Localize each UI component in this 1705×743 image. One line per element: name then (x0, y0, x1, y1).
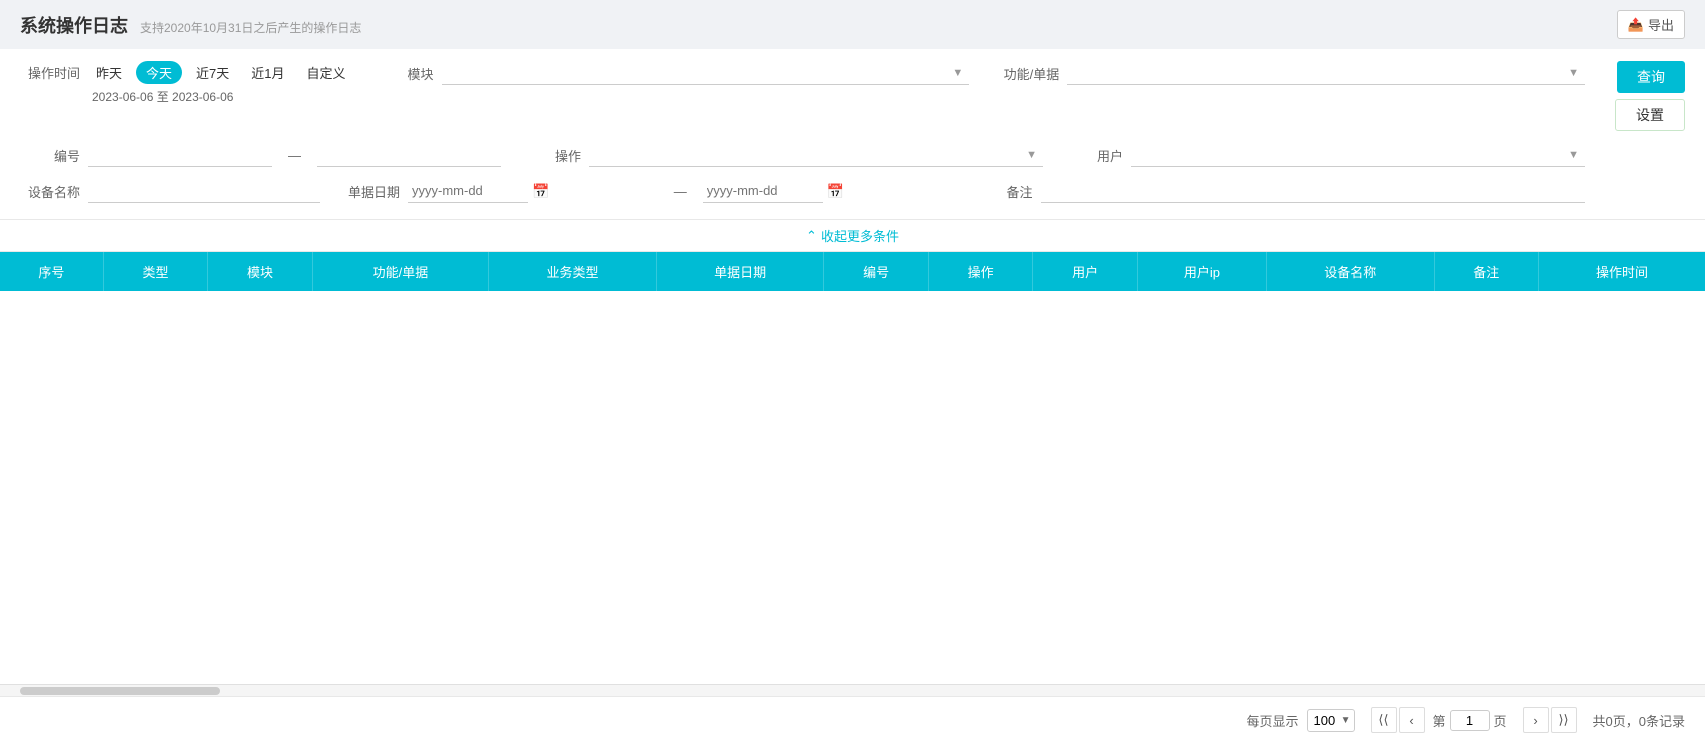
col-op-time: 操作时间 (1539, 252, 1705, 291)
feature-label: 功能/单据 (989, 64, 1059, 83)
page-size-label: 每页显示 (1246, 711, 1298, 730)
action-buttons: 查询 设置 (1605, 61, 1685, 131)
col-user: 用户 (1033, 252, 1137, 291)
operation-select-wrap: ▼ (589, 143, 1043, 167)
feature-select-wrap: ▼ (1067, 61, 1585, 85)
number-end-wrap (317, 143, 501, 167)
operation-time-label: 操作时间 (20, 63, 80, 82)
col-doc-date: 单据日期 (656, 252, 824, 291)
page-info: 第 页 (1433, 710, 1507, 731)
module-select[interactable] (442, 61, 970, 85)
collapse-icon: ⌃ (806, 228, 817, 244)
calendar-end-icon[interactable]: 📅 (827, 183, 844, 200)
doc-date-end-wrap: 📅 (703, 179, 953, 203)
number-start-wrap (88, 143, 272, 167)
col-number: 编号 (824, 252, 928, 291)
page-size-wrap: 10 20 50 100 ▼ (1307, 709, 1355, 732)
device-label: 设备名称 (20, 182, 80, 201)
doc-date-start-input[interactable] (408, 179, 528, 203)
module-label: 模块 (374, 64, 434, 83)
number-end-input[interactable] (317, 143, 501, 167)
col-type: 类型 (103, 252, 207, 291)
settings-button[interactable]: 设置 (1615, 99, 1685, 131)
pagination-next-buttons: › ⟩⟩ (1523, 707, 1577, 733)
export-label: 导出 (1648, 15, 1674, 34)
page-size-select[interactable]: 10 20 50 100 (1307, 709, 1355, 732)
time-buttons: 昨天 今天 近7天 近1月 自定义 (88, 61, 354, 84)
horizontal-scrollbar[interactable] (0, 684, 1705, 696)
query-button[interactable]: 查询 (1617, 61, 1685, 93)
number-dash: — (280, 148, 309, 163)
time-btn-custom[interactable]: 自定义 (299, 61, 354, 84)
col-device: 设备名称 (1266, 252, 1434, 291)
table-header-row: 序号 类型 模块 功能/单据 业务类型 单据日期 编号 操作 用户 用户ip 设… (0, 252, 1705, 291)
device-name-wrap (88, 179, 320, 203)
last-page-button[interactable]: ⟩⟩ (1551, 707, 1577, 733)
user-select-wrap: ▼ (1131, 143, 1585, 167)
doc-date-label: 单据日期 (340, 182, 400, 201)
data-table: 序号 类型 模块 功能/单据 业务类型 单据日期 编号 操作 用户 用户ip 设… (0, 252, 1705, 291)
page-number-input[interactable] (1450, 710, 1490, 731)
col-module: 模块 (208, 252, 312, 291)
pagination-buttons: ⟨⟨ ‹ (1371, 707, 1425, 733)
empty-area (0, 291, 1705, 631)
col-biz-type: 业务类型 (489, 252, 657, 291)
date-dash: — (666, 184, 695, 199)
page-prefix: 第 (1433, 711, 1446, 730)
prev-page-button[interactable]: ‹ (1399, 707, 1425, 733)
time-btn-7days[interactable]: 近7天 (188, 61, 237, 84)
pagination-bar: 每页显示 10 20 50 100 ▼ ⟨⟨ ‹ 第 页 › ⟩⟩ 共0页，0条… (0, 696, 1705, 743)
collapse-button[interactable]: ⌃ 收起更多条件 (806, 226, 899, 245)
first-page-button[interactable]: ⟨⟨ (1371, 707, 1397, 733)
page-title: 系统操作日志 (20, 12, 128, 38)
doc-date-start-wrap: 📅 (408, 179, 658, 203)
user-select[interactable] (1131, 143, 1585, 167)
export-icon: 📤 (1628, 17, 1644, 33)
calendar-start-icon[interactable]: 📅 (532, 183, 549, 200)
number-label: 编号 (20, 146, 80, 165)
col-operation: 操作 (928, 252, 1032, 291)
time-btn-1month[interactable]: 近1月 (243, 61, 292, 84)
col-seq: 序号 (0, 252, 103, 291)
next-page-button[interactable]: › (1523, 707, 1549, 733)
table-section: 序号 类型 模块 功能/单据 业务类型 单据日期 编号 操作 用户 用户ip 设… (0, 252, 1705, 684)
scrollbar-thumb[interactable] (20, 687, 220, 695)
remarks-wrap (1041, 179, 1586, 203)
device-name-input[interactable] (88, 179, 320, 203)
feature-select[interactable] (1067, 61, 1585, 85)
export-button[interactable]: 📤 导出 (1617, 10, 1685, 39)
user-label: 用户 (1063, 146, 1123, 165)
page-suffix: 页 (1494, 711, 1507, 730)
time-btn-today[interactable]: 今天 (136, 61, 182, 84)
collapse-bar: ⌃ 收起更多条件 (0, 220, 1705, 252)
remarks-input[interactable] (1041, 179, 1586, 203)
collapse-label: 收起更多条件 (821, 226, 899, 245)
time-range-display: 2023-06-06 至 2023-06-06 (92, 90, 233, 104)
remarks-label: 备注 (973, 182, 1033, 201)
col-feature: 功能/单据 (312, 252, 488, 291)
number-start-input[interactable] (88, 143, 272, 167)
doc-date-end-input[interactable] (703, 179, 823, 203)
time-btn-yesterday[interactable]: 昨天 (88, 61, 130, 84)
filter-area: 操作时间 昨天 今天 近7天 近1月 自定义 2023-06-06 至 2023… (0, 49, 1705, 220)
page-subtitle: 支持2020年10月31日之后产生的操作日志 (140, 19, 361, 36)
module-select-wrap: ▼ (442, 61, 970, 85)
total-info: 共0页，0条记录 (1593, 711, 1685, 730)
col-user-ip: 用户ip (1137, 252, 1266, 291)
operation-label: 操作 (521, 146, 581, 165)
operation-select[interactable] (589, 143, 1043, 167)
col-remarks: 备注 (1434, 252, 1538, 291)
